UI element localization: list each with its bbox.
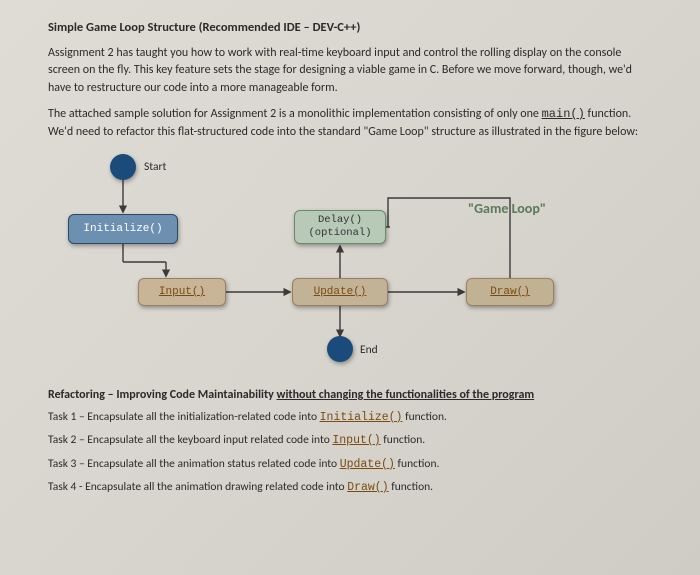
task-2: Task 2 – Encapsulate all the keyboard in… xyxy=(48,431,652,450)
gameloop-label: "Game Loop" xyxy=(468,200,546,217)
draw-text: Draw() xyxy=(490,286,530,298)
refactor-pre: Refactoring – Improving Code Maintainabi… xyxy=(48,388,277,402)
t2-pre: Task 2 – Encapsulate all the keyboard in… xyxy=(48,433,332,447)
input-text: Input() xyxy=(159,286,205,298)
t1-post: function. xyxy=(402,410,446,424)
t3-pre: Task 3 – Encapsulate all the animation s… xyxy=(48,457,340,471)
task-4: Task 4 - Encapsulate all the animation d… xyxy=(48,478,652,497)
task-3: Task 3 – Encapsulate all the animation s… xyxy=(48,455,652,474)
t4-post: function. xyxy=(389,480,433,494)
start-node xyxy=(110,154,136,180)
doc-title: Simple Game Loop Structure (Recommended … xyxy=(48,20,652,35)
gameloop-figure: Start "Game Loop" Initialize() Delay() (… xyxy=(48,150,652,380)
t2-post: function. xyxy=(381,433,425,447)
input-box: Input() xyxy=(138,278,226,306)
t2-fn: Input() xyxy=(332,434,380,447)
update-box: Update() xyxy=(292,278,388,306)
t1-fn: Initialize() xyxy=(320,411,403,424)
t1-pre: Task 1 – Encapsulate all the initializat… xyxy=(48,410,320,424)
refactoring-heading: Refactoring – Improving Code Maintainabi… xyxy=(48,388,652,402)
start-label: Start xyxy=(144,160,166,174)
paragraph-2: The attached sample solution for Assignm… xyxy=(48,106,652,141)
delay-box: Delay() (optional) xyxy=(294,210,386,244)
t4-pre: Task 4 - Encapsulate all the animation d… xyxy=(48,480,347,494)
draw-box: Draw() xyxy=(466,278,554,306)
end-node xyxy=(327,336,353,362)
end-label: End xyxy=(360,343,378,357)
task-1: Task 1 – Encapsulate all the initializat… xyxy=(48,408,652,427)
update-text: Update() xyxy=(314,286,367,298)
paragraph-1: Assignment 2 has taught you how to work … xyxy=(48,45,652,97)
t3-fn: Update() xyxy=(340,458,395,471)
t3-post: function. xyxy=(395,457,439,471)
t4-fn: Draw() xyxy=(347,481,388,494)
para2-main-fn: main() xyxy=(542,107,585,121)
para2-pre: The attached sample solution for Assignm… xyxy=(48,107,542,121)
initialize-box: Initialize() xyxy=(68,214,178,244)
refactor-underline: without changing the functionalities of … xyxy=(277,388,535,402)
